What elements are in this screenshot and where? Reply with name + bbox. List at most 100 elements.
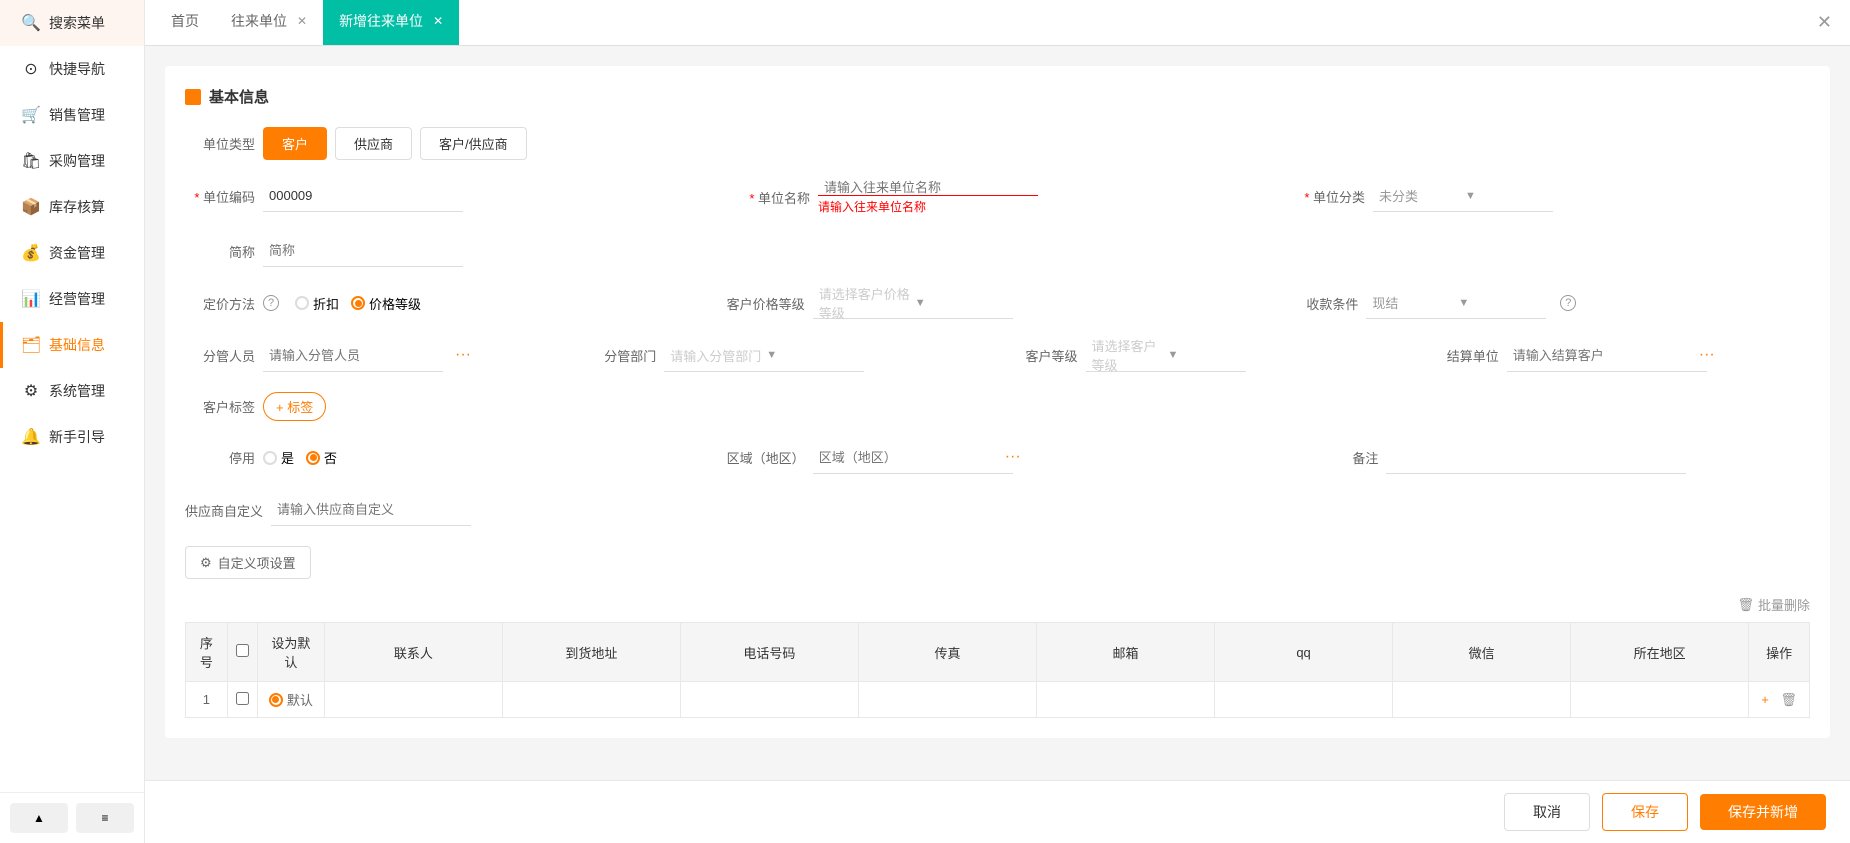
- pricing-info-icon[interactable]: ?: [263, 295, 279, 311]
- row-select-checkbox[interactable]: [236, 692, 249, 705]
- customer-level-field: 客户等级 请选择客户等级 ▼: [1008, 340, 1389, 372]
- short-name-input[interactable]: [263, 235, 463, 267]
- row-contact[interactable]: [324, 682, 502, 718]
- row-delete-btn[interactable]: 🗑: [1780, 692, 1797, 707]
- save-new-button[interactable]: 保存并新增: [1700, 794, 1826, 830]
- sidebar-item-purchase[interactable]: 🛍 采购管理: [0, 138, 144, 184]
- unit-type-both-btn[interactable]: 客户/供应商: [420, 127, 527, 160]
- pricing-discount-radio[interactable]: 折扣: [295, 294, 339, 313]
- pricing-discount-circle: [295, 296, 309, 310]
- row-qq[interactable]: [1214, 682, 1392, 718]
- tab-partners-close[interactable]: ✕: [297, 14, 307, 28]
- pricing-radio-group: 折扣 价格等级: [295, 294, 421, 313]
- sidebar-item-inventory[interactable]: 📦 库存核算: [0, 184, 144, 230]
- row-checkbox: [227, 682, 257, 718]
- row-region[interactable]: [1571, 682, 1749, 718]
- unit-name-input[interactable]: [818, 180, 1038, 196]
- pricing-field: 定价方法 ? 折扣 价格等级: [185, 294, 707, 313]
- manager-row: 分管人员 ··· 分管部门 请输入分管部门 ▼ 客户等级: [185, 339, 1810, 372]
- customer-price-label: 客户价格等级: [727, 294, 805, 313]
- table-header-row: 序号 设为默认 联系人 到货地址 电话号码 传真 邮箱 qq 微信 所在地区: [186, 623, 1810, 682]
- region-input[interactable]: [813, 441, 1001, 473]
- sidebar-item-operations[interactable]: 📊 经营管理: [0, 276, 144, 322]
- inventory-icon: 📦: [21, 197, 41, 217]
- tab-home[interactable]: 首页: [155, 0, 215, 45]
- contact-input[interactable]: [333, 692, 494, 707]
- unit-code-field: 单位编码: [185, 180, 700, 212]
- batch-delete-button[interactable]: 🗑 批量删除: [1737, 595, 1810, 614]
- short-name-field: 简称: [185, 235, 1810, 267]
- cancel-button[interactable]: 取消: [1504, 793, 1590, 831]
- disable-yes-radio[interactable]: 是: [263, 448, 294, 467]
- wechat-input[interactable]: [1401, 692, 1562, 707]
- unit-code-input[interactable]: [263, 180, 463, 212]
- disable-yes-circle: [263, 451, 277, 465]
- disable-no-radio[interactable]: 否: [306, 448, 337, 467]
- close-all-button[interactable]: ✕: [1809, 8, 1840, 37]
- sidebar-item-quick-nav[interactable]: ⊙ 快捷导航: [0, 46, 144, 92]
- tab-new-partner-close[interactable]: ✕: [433, 14, 443, 28]
- search-icon: 🔍: [21, 13, 41, 33]
- unit-type-customer-btn[interactable]: 客户: [263, 127, 327, 160]
- sidebar-item-finance[interactable]: 💰 资金管理: [0, 230, 144, 276]
- beginner-icon: 🔔: [21, 427, 41, 447]
- address-input[interactable]: [511, 692, 672, 707]
- save-button[interactable]: 保存: [1602, 793, 1688, 831]
- department-arrow: ▼: [766, 349, 858, 361]
- unit-category-select[interactable]: 未分类 ▼: [1373, 180, 1553, 212]
- sidebar-item-basic-info[interactable]: 🗂 基础信息: [0, 322, 144, 368]
- batch-delete-area: 🗑 批量删除: [185, 595, 1810, 614]
- col-address: 到货地址: [502, 623, 680, 682]
- select-all-checkbox[interactable]: [236, 644, 249, 657]
- customer-level-select[interactable]: 请选择客户等级 ▼: [1086, 340, 1246, 372]
- customer-price-select[interactable]: 请选择客户价格等级 ▼: [813, 287, 1013, 319]
- main-area: 首页 往来单位 ✕ 新增往来单位 ✕ ✕ 基本信息 单位类型 客: [145, 0, 1850, 843]
- disable-no-dot: [310, 454, 317, 461]
- sidebar-item-sales[interactable]: 🛒 销售管理: [0, 92, 144, 138]
- remark-label: 备注: [1308, 448, 1378, 467]
- manager-input-wrapper: ···: [263, 339, 443, 372]
- payment-terms-info-icon[interactable]: ?: [1560, 295, 1576, 311]
- fax-input[interactable]: [867, 692, 1028, 707]
- row-region-input[interactable]: [1579, 692, 1740, 707]
- supplier-custom-input[interactable]: [271, 494, 471, 526]
- row-actions: + 🗑: [1749, 682, 1810, 718]
- row-default-radio[interactable]: 默认: [266, 690, 316, 709]
- finance-icon: 💰: [21, 243, 41, 263]
- row-phone[interactable]: [680, 682, 858, 718]
- col-fax: 传真: [858, 623, 1036, 682]
- department-field: 分管部门 请输入分管部门 ▼: [586, 340, 967, 372]
- remark-input[interactable]: [1386, 442, 1686, 474]
- settlement-more-btn[interactable]: ···: [1695, 346, 1719, 364]
- sidebar-item-system[interactable]: ⚙ 系统管理: [0, 368, 144, 414]
- sidebar-item-search[interactable]: 🔍 搜索菜单: [0, 0, 144, 46]
- basic-info-card: 基本信息 单位类型 客户 供应商 客户/供应商 单位编码: [165, 66, 1830, 738]
- row-fax[interactable]: [858, 682, 1036, 718]
- manager-more-btn[interactable]: ···: [451, 346, 475, 364]
- manager-input[interactable]: [263, 339, 451, 371]
- tab-partners[interactable]: 往来单位 ✕: [215, 0, 323, 45]
- pricing-level-radio[interactable]: 价格等级: [351, 294, 421, 313]
- row-address[interactable]: [502, 682, 680, 718]
- settlement-unit-input[interactable]: [1507, 339, 1695, 371]
- customer-price-arrow: ▼: [915, 297, 1007, 309]
- sidebar-item-beginner[interactable]: 🔔 新手引导: [0, 414, 144, 460]
- unit-type-supplier-btn[interactable]: 供应商: [335, 127, 412, 160]
- row-email[interactable]: [1036, 682, 1214, 718]
- tab-new-partner[interactable]: 新增往来单位 ✕: [323, 0, 459, 45]
- region-more-btn[interactable]: ···: [1001, 448, 1025, 466]
- row-add-btn[interactable]: +: [1761, 692, 1769, 707]
- payment-terms-select[interactable]: 现结 ▼: [1366, 287, 1546, 319]
- unit-type-field: 单位类型 客户 供应商 客户/供应商: [185, 127, 1810, 160]
- region-field: 区域（地区） ···: [727, 441, 1229, 474]
- department-select[interactable]: 请输入分管部门 ▼: [664, 340, 864, 372]
- phone-input[interactable]: [689, 692, 850, 707]
- custom-settings-button[interactable]: ⚙ 自定义项设置: [185, 546, 311, 579]
- sidebar-bottom-btn-2[interactable]: ≡: [76, 803, 134, 833]
- email-input[interactable]: [1045, 692, 1206, 707]
- qq-input[interactable]: [1223, 692, 1384, 707]
- row-default: 默认: [257, 682, 324, 718]
- add-tag-button[interactable]: + 标签: [263, 392, 326, 421]
- sidebar-bottom-btn-1[interactable]: ▲: [10, 803, 68, 833]
- row-wechat[interactable]: [1393, 682, 1571, 718]
